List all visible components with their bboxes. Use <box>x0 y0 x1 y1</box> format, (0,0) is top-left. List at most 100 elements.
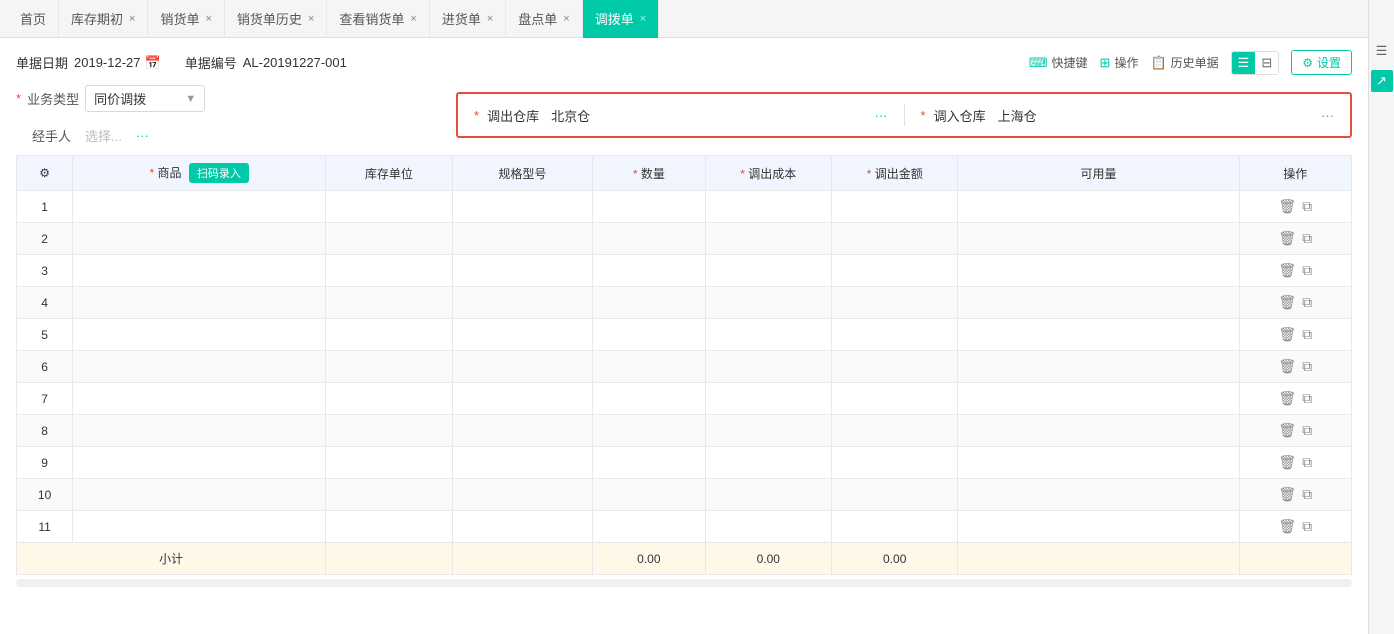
row-4-product[interactable] <box>73 287 326 319</box>
row-11-unit[interactable] <box>326 511 452 543</box>
row-5-cost[interactable] <box>705 319 831 351</box>
tab-close-stocktake[interactable]: × <box>563 13 569 25</box>
biz-type-select[interactable]: 同价调拨 ▼ <box>85 85 205 112</box>
row-9-amount[interactable] <box>832 447 958 479</box>
row-1-spec[interactable] <box>452 191 593 223</box>
row-3-cost[interactable] <box>705 255 831 287</box>
settings-button[interactable]: ⚙ 设置 <box>1291 50 1352 75</box>
row-5-product[interactable] <box>73 319 326 351</box>
row-2-product[interactable] <box>73 223 326 255</box>
row-8-qty[interactable] <box>593 415 705 447</box>
row-8-spec[interactable] <box>452 415 593 447</box>
row-2-delete-icon[interactable]: 🗑 <box>1278 230 1296 247</box>
row-8-delete-icon[interactable]: 🗑 <box>1278 422 1296 439</box>
row-2-copy-icon[interactable]: ⧉ <box>1302 230 1312 247</box>
row-2-amount[interactable] <box>832 223 958 255</box>
row-4-delete-icon[interactable]: 🗑 <box>1278 294 1296 311</box>
row-10-delete-icon[interactable]: 🗑 <box>1278 486 1296 503</box>
row-1-unit[interactable] <box>326 191 452 223</box>
row-9-product[interactable] <box>73 447 326 479</box>
row-9-delete-icon[interactable]: 🗑 <box>1278 454 1296 471</box>
row-9-qty[interactable] <box>593 447 705 479</box>
row-7-amount[interactable] <box>832 383 958 415</box>
row-5-delete-icon[interactable]: 🗑 <box>1278 326 1296 343</box>
th-settings[interactable]: ⚙ <box>17 156 73 191</box>
row-5-copy-icon[interactable]: ⧉ <box>1302 326 1312 343</box>
row-7-copy-icon[interactable]: ⧉ <box>1302 390 1312 407</box>
sidebar-list-icon[interactable]: ☰ <box>1371 40 1393 62</box>
row-7-unit[interactable] <box>326 383 452 415</box>
tab-close-view-sales[interactable]: × <box>410 13 416 25</box>
row-1-cost[interactable] <box>705 191 831 223</box>
row-2-qty[interactable] <box>593 223 705 255</box>
scan-barcode-button[interactable]: 扫码录入 <box>189 163 249 183</box>
row-5-qty[interactable] <box>593 319 705 351</box>
tab-view-sales[interactable]: 查看销货单 × <box>327 0 429 38</box>
history-link[interactable]: 📋 历史单据 <box>1150 54 1218 71</box>
row-4-qty[interactable] <box>593 287 705 319</box>
agent-more-icon[interactable]: ··· <box>136 128 149 143</box>
row-10-cost[interactable] <box>705 479 831 511</box>
row-4-cost[interactable] <box>705 287 831 319</box>
row-11-copy-icon[interactable]: ⧉ <box>1302 518 1312 535</box>
row-10-spec[interactable] <box>452 479 593 511</box>
row-3-spec[interactable] <box>452 255 593 287</box>
tab-close-sales-history[interactable]: × <box>308 13 314 25</box>
row-11-spec[interactable] <box>452 511 593 543</box>
row-3-amount[interactable] <box>832 255 958 287</box>
row-4-copy-icon[interactable]: ⧉ <box>1302 294 1312 311</box>
row-5-spec[interactable] <box>452 319 593 351</box>
tab-transfer[interactable]: 调拨单 × <box>583 0 659 38</box>
layout-grid-btn[interactable]: ⊟ <box>1255 52 1278 74</box>
row-2-cost[interactable] <box>705 223 831 255</box>
row-8-cost[interactable] <box>705 415 831 447</box>
row-8-amount[interactable] <box>832 415 958 447</box>
row-11-qty[interactable] <box>593 511 705 543</box>
tab-home[interactable]: 首页 <box>8 0 59 38</box>
calendar-icon[interactable]: 📅 <box>145 55 161 71</box>
tab-close-inventory-init[interactable]: × <box>129 13 135 25</box>
tab-sales-history[interactable]: 销货单历史 × <box>225 0 327 38</box>
row-4-unit[interactable] <box>326 287 452 319</box>
row-7-spec[interactable] <box>452 383 593 415</box>
sidebar-export-icon[interactable]: ↗ <box>1371 70 1393 92</box>
layout-list-btn[interactable]: ☰ <box>1232 52 1256 74</box>
row-9-unit[interactable] <box>326 447 452 479</box>
row-1-delete-icon[interactable]: 🗑 <box>1278 198 1296 215</box>
table-settings-icon[interactable]: ⚙ <box>39 166 50 180</box>
row-11-cost[interactable] <box>705 511 831 543</box>
row-3-product[interactable] <box>73 255 326 287</box>
row-10-copy-icon[interactable]: ⧉ <box>1302 486 1312 503</box>
row-10-unit[interactable] <box>326 479 452 511</box>
row-3-qty[interactable] <box>593 255 705 287</box>
row-6-qty[interactable] <box>593 351 705 383</box>
row-7-delete-icon[interactable]: 🗑 <box>1278 390 1296 407</box>
row-11-product[interactable] <box>73 511 326 543</box>
row-8-copy-icon[interactable]: ⧉ <box>1302 422 1312 439</box>
row-10-amount[interactable] <box>832 479 958 511</box>
row-6-cost[interactable] <box>705 351 831 383</box>
row-3-unit[interactable] <box>326 255 452 287</box>
row-6-amount[interactable] <box>832 351 958 383</box>
row-4-amount[interactable] <box>832 287 958 319</box>
row-7-qty[interactable] <box>593 383 705 415</box>
row-9-cost[interactable] <box>705 447 831 479</box>
out-warehouse-more-icon[interactable]: ··· <box>875 108 888 123</box>
row-8-product[interactable] <box>73 415 326 447</box>
row-7-product[interactable] <box>73 383 326 415</box>
agent-placeholder[interactable]: 选择... <box>85 126 122 145</box>
row-11-delete-icon[interactable]: 🗑 <box>1278 518 1296 535</box>
row-1-copy-icon[interactable]: ⧉ <box>1302 198 1312 215</box>
row-10-qty[interactable] <box>593 479 705 511</box>
row-7-cost[interactable] <box>705 383 831 415</box>
tab-stocktake[interactable]: 盘点单 × <box>506 0 582 38</box>
row-3-copy-icon[interactable]: ⧉ <box>1302 262 1312 279</box>
row-1-qty[interactable] <box>593 191 705 223</box>
row-8-unit[interactable] <box>326 415 452 447</box>
row-6-unit[interactable] <box>326 351 452 383</box>
tab-close-transfer[interactable]: × <box>640 13 646 25</box>
row-6-delete-icon[interactable]: 🗑 <box>1278 358 1296 375</box>
row-4-spec[interactable] <box>452 287 593 319</box>
tab-purchase[interactable]: 进货单 × <box>430 0 506 38</box>
row-6-spec[interactable] <box>452 351 593 383</box>
